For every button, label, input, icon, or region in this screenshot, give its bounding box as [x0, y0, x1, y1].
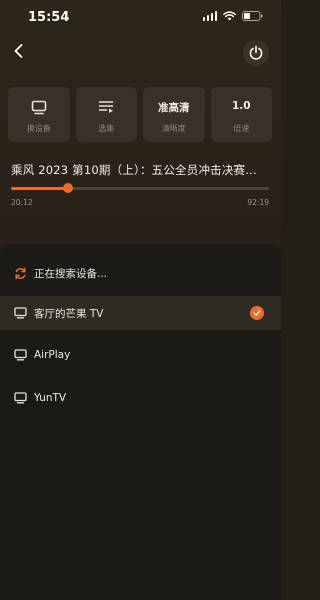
refresh-icon [13, 266, 27, 280]
power-button[interactable] [243, 40, 269, 66]
progress-fill [11, 187, 68, 190]
quality-value: 准高清 [158, 102, 190, 114]
power-icon [249, 45, 263, 60]
speed-button[interactable]: 1.0 倍速 [210, 87, 272, 142]
status-bar: 15:54 [0, 0, 281, 36]
cast-controls: 换设备 选集 准高清 清晰度 1.0 倍速 [8, 87, 272, 142]
video-title: 乘风 2023 第10期（上）：五公全员冲击决赛... [11, 163, 257, 177]
checkmark-icon [250, 306, 264, 320]
speed-value: 1.0 [231, 100, 251, 112]
tv-icon [13, 306, 27, 320]
change-device-button[interactable]: 换设备 [8, 87, 70, 142]
progress-bar[interactable] [11, 183, 269, 193]
battery-icon [242, 11, 263, 21]
status-icons [202, 11, 264, 21]
tv-icon [31, 100, 47, 114]
episodes-button[interactable]: 选集 [75, 87, 137, 142]
chevron-left-icon [14, 44, 23, 58]
device-name: AirPlay [34, 349, 71, 361]
device-name: 客厅的芒果 TV [34, 307, 104, 320]
status-time: 15:54 [28, 10, 70, 25]
speed-label: 倍速 [233, 124, 250, 133]
change-device-label: 换设备 [26, 124, 51, 133]
device-name: YunTV [34, 392, 67, 404]
quality-button[interactable]: 准高清 清晰度 [143, 87, 205, 142]
progress-thumb[interactable] [62, 183, 73, 193]
playlist-icon [98, 101, 114, 113]
wifi-icon [223, 11, 236, 21]
episodes-label: 选集 [98, 124, 115, 133]
cellular-signal-icon [202, 11, 217, 21]
back-button[interactable] [10, 42, 28, 60]
device-item[interactable]: YunTV [0, 381, 281, 415]
searching-row: 正在搜索设备... [0, 256, 281, 290]
device-item[interactable]: 客厅的芒果 TV [0, 296, 281, 330]
device-item[interactable]: AirPlay [0, 338, 281, 372]
device-picker-sheet: 正在搜索设备... 客厅的芒果 TV AirPlay YunTV [0, 244, 281, 600]
tv-icon [13, 348, 27, 362]
quality-label: 清晰度 [161, 124, 186, 133]
tv-icon [13, 391, 27, 405]
searching-label: 正在搜索设备... [34, 267, 108, 280]
current-time: 20:12 [11, 198, 33, 207]
total-time: 92:19 [247, 198, 269, 207]
